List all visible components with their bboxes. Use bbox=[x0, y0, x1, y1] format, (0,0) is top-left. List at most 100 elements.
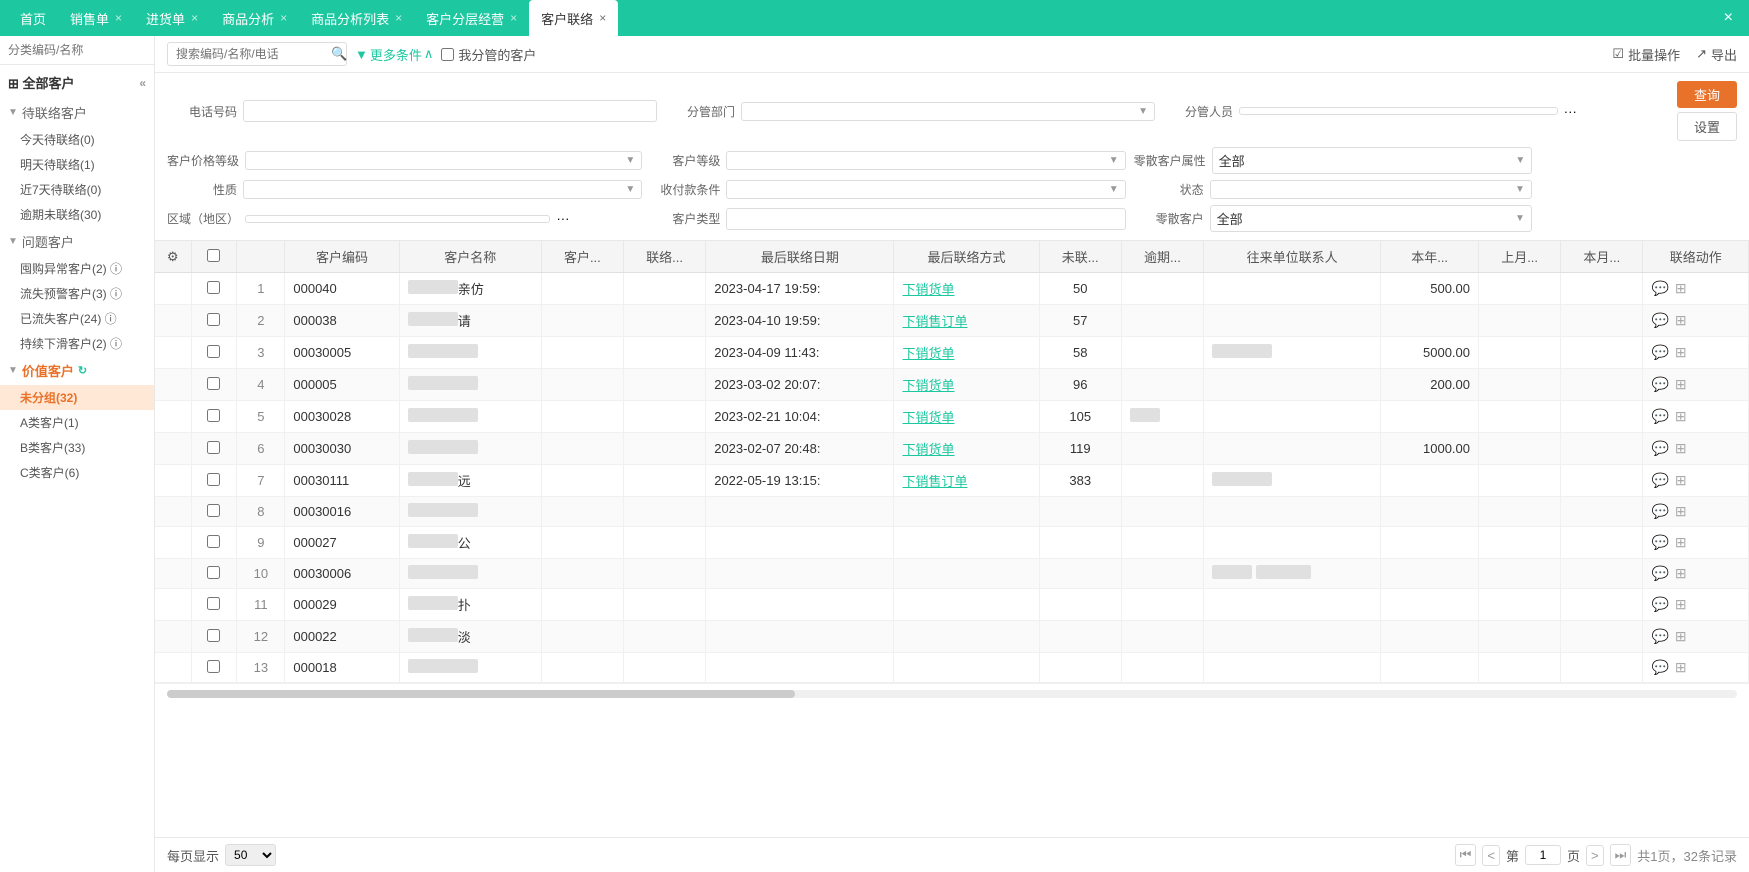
row-checkbox[interactable] bbox=[207, 660, 220, 673]
sidebar-collapse-icon[interactable]: « bbox=[139, 76, 146, 90]
settings-icon[interactable]: ⚙ bbox=[167, 249, 179, 264]
close-icon[interactable]: × bbox=[280, 11, 287, 25]
first-page-button[interactable]: ⏮ bbox=[1455, 844, 1477, 866]
last-method-link[interactable]: 下销售订单 bbox=[902, 314, 967, 329]
th-uncontacted[interactable]: 未联... bbox=[1039, 241, 1121, 273]
tab-purchase[interactable]: 进货单 × bbox=[134, 0, 210, 36]
sidebar-item-unassigned[interactable]: 未分组(32) bbox=[0, 385, 154, 410]
sidebar-item-declining[interactable]: 持续下滑客户(2) ⓘ bbox=[0, 331, 154, 356]
grid-icon[interactable]: ⊞ bbox=[1675, 596, 1687, 613]
sidebar-item-class-c[interactable]: C类客户(6) bbox=[0, 460, 154, 485]
grid-icon[interactable]: ⊞ bbox=[1675, 280, 1687, 297]
last-method-link[interactable]: 下销货单 bbox=[902, 346, 954, 361]
message-icon[interactable]: 💬 bbox=[1651, 503, 1668, 520]
row-checkbox[interactable] bbox=[207, 597, 220, 610]
region-dots-button[interactable]: ··· bbox=[556, 211, 569, 226]
main-search-icon[interactable]: 🔍 bbox=[331, 46, 347, 62]
adv-manager-select[interactable] bbox=[1239, 107, 1558, 115]
sidebar-item-class-a[interactable]: A类客户(1) bbox=[0, 410, 154, 435]
dots-button[interactable]: ··· bbox=[1564, 104, 1577, 119]
last-method-link[interactable]: 下销售订单 bbox=[902, 474, 967, 489]
message-icon[interactable]: 💬 bbox=[1651, 280, 1668, 297]
sidebar-item-today[interactable]: 今天待联络(0) bbox=[0, 127, 154, 152]
last-method-link[interactable]: 下销货单 bbox=[902, 410, 954, 425]
message-icon[interactable]: 💬 bbox=[1651, 534, 1668, 551]
main-search-input[interactable] bbox=[176, 47, 331, 61]
grid-icon[interactable]: ⊞ bbox=[1675, 565, 1687, 582]
row-checkbox[interactable] bbox=[207, 504, 220, 517]
adv-payment-select[interactable]: ▼ bbox=[726, 180, 1125, 199]
th-overdue[interactable]: 逾期... bbox=[1121, 241, 1203, 273]
th-last-date[interactable]: 最后联络日期 bbox=[706, 241, 894, 273]
page-number-input[interactable] bbox=[1525, 845, 1561, 865]
next-page-button[interactable]: > bbox=[1586, 845, 1604, 866]
message-icon[interactable]: 💬 bbox=[1651, 596, 1668, 613]
adv-status-select[interactable]: ▼ bbox=[1210, 180, 1532, 199]
grid-icon[interactable]: ⊞ bbox=[1675, 408, 1687, 425]
sidebar-item-overdue[interactable]: 逾期未联络(30) bbox=[0, 202, 154, 227]
sidebar-item-churn-warning[interactable]: 流失预警客户(3) ⓘ bbox=[0, 281, 154, 306]
row-checkbox[interactable] bbox=[207, 345, 220, 358]
adv-region-select[interactable] bbox=[245, 215, 550, 223]
th-type[interactable]: 客户... bbox=[541, 241, 623, 273]
tab-home[interactable]: 首页 bbox=[8, 0, 58, 36]
message-icon[interactable]: 💬 bbox=[1651, 440, 1668, 457]
message-icon[interactable]: 💬 bbox=[1651, 376, 1668, 393]
sidebar-search-input[interactable] bbox=[8, 43, 155, 57]
row-checkbox-cell[interactable] bbox=[191, 589, 237, 621]
th-this-month[interactable]: 本月... bbox=[1561, 241, 1643, 273]
close-icon[interactable]: × bbox=[395, 11, 402, 25]
th-action[interactable]: 联络动作 bbox=[1643, 241, 1749, 273]
tab-customer-tier[interactable]: 客户分层经营 × bbox=[414, 0, 529, 36]
row-checkbox[interactable] bbox=[207, 313, 220, 326]
th-last-method[interactable]: 最后联络方式 bbox=[894, 241, 1039, 273]
my-customers-check[interactable] bbox=[441, 48, 454, 61]
adv-dept-select[interactable]: ▼ bbox=[741, 102, 1155, 121]
grid-icon[interactable]: ⊞ bbox=[1675, 659, 1687, 676]
row-checkbox[interactable] bbox=[207, 566, 220, 579]
group-problem-customers[interactable]: ▼ 问题客户 bbox=[0, 227, 154, 256]
refresh-icon[interactable]: ↻ bbox=[78, 364, 87, 377]
row-checkbox-cell[interactable] bbox=[191, 369, 237, 401]
close-icon[interactable]: × bbox=[510, 11, 517, 25]
export-button[interactable]: ↗ 导出 bbox=[1696, 45, 1737, 64]
last-method-link[interactable]: 下销货单 bbox=[902, 442, 954, 457]
tab-product-analysis[interactable]: 商品分析 × bbox=[210, 0, 299, 36]
row-checkbox-cell[interactable] bbox=[191, 433, 237, 465]
message-icon[interactable]: 💬 bbox=[1651, 628, 1668, 645]
horizontal-scrollbar[interactable] bbox=[167, 690, 1737, 698]
adv-retail-attr-select[interactable]: 全部 ▼ bbox=[1212, 147, 1533, 174]
adv-phone-input[interactable] bbox=[243, 100, 657, 122]
row-checkbox-cell[interactable] bbox=[191, 497, 237, 527]
sidebar-item-class-b[interactable]: B类客户(33) bbox=[0, 435, 154, 460]
message-icon[interactable]: 💬 bbox=[1651, 659, 1668, 676]
grid-icon[interactable]: ⊞ bbox=[1675, 312, 1687, 329]
adv-customer-grade-select[interactable]: ▼ bbox=[726, 151, 1125, 170]
prev-page-button[interactable]: < bbox=[1482, 845, 1500, 866]
adv-ctype-input[interactable] bbox=[726, 208, 1125, 230]
last-method-link[interactable]: 下销货单 bbox=[902, 282, 954, 297]
row-checkbox[interactable] bbox=[207, 409, 220, 422]
last-page-button[interactable]: ⏭ bbox=[1610, 844, 1632, 866]
global-close-button[interactable]: × bbox=[1716, 9, 1741, 27]
message-icon[interactable]: 💬 bbox=[1651, 408, 1668, 425]
my-customers-checkbox[interactable]: 我分管的客户 bbox=[441, 45, 536, 64]
batch-ops-button[interactable]: ☑ 批量操作 bbox=[1612, 45, 1680, 64]
adv-price-grade-select[interactable]: ▼ bbox=[245, 151, 642, 170]
grid-icon[interactable]: ⊞ bbox=[1675, 344, 1687, 361]
row-checkbox-cell[interactable] bbox=[191, 337, 237, 369]
th-name[interactable]: 客户名称 bbox=[399, 241, 541, 273]
more-filters-button[interactable]: ▼ 更多条件 ∧ bbox=[355, 45, 433, 64]
row-checkbox[interactable] bbox=[207, 535, 220, 548]
row-checkbox-cell[interactable] bbox=[191, 401, 237, 433]
tab-product-analysis-list[interactable]: 商品分析列表 × bbox=[299, 0, 414, 36]
close-icon[interactable]: × bbox=[191, 11, 198, 25]
sidebar-all-customers[interactable]: ⊞ 全部客户 « bbox=[0, 65, 154, 98]
reset-button[interactable]: 设置 bbox=[1677, 112, 1737, 141]
select-all-checkbox[interactable] bbox=[207, 249, 220, 262]
th-code[interactable]: 客户编码 bbox=[285, 241, 399, 273]
th-unit-contacts[interactable]: 往来单位联系人 bbox=[1204, 241, 1381, 273]
row-checkbox-cell[interactable] bbox=[191, 653, 237, 683]
tab-sales[interactable]: 销售单 × bbox=[58, 0, 134, 36]
th-check[interactable] bbox=[191, 241, 237, 273]
